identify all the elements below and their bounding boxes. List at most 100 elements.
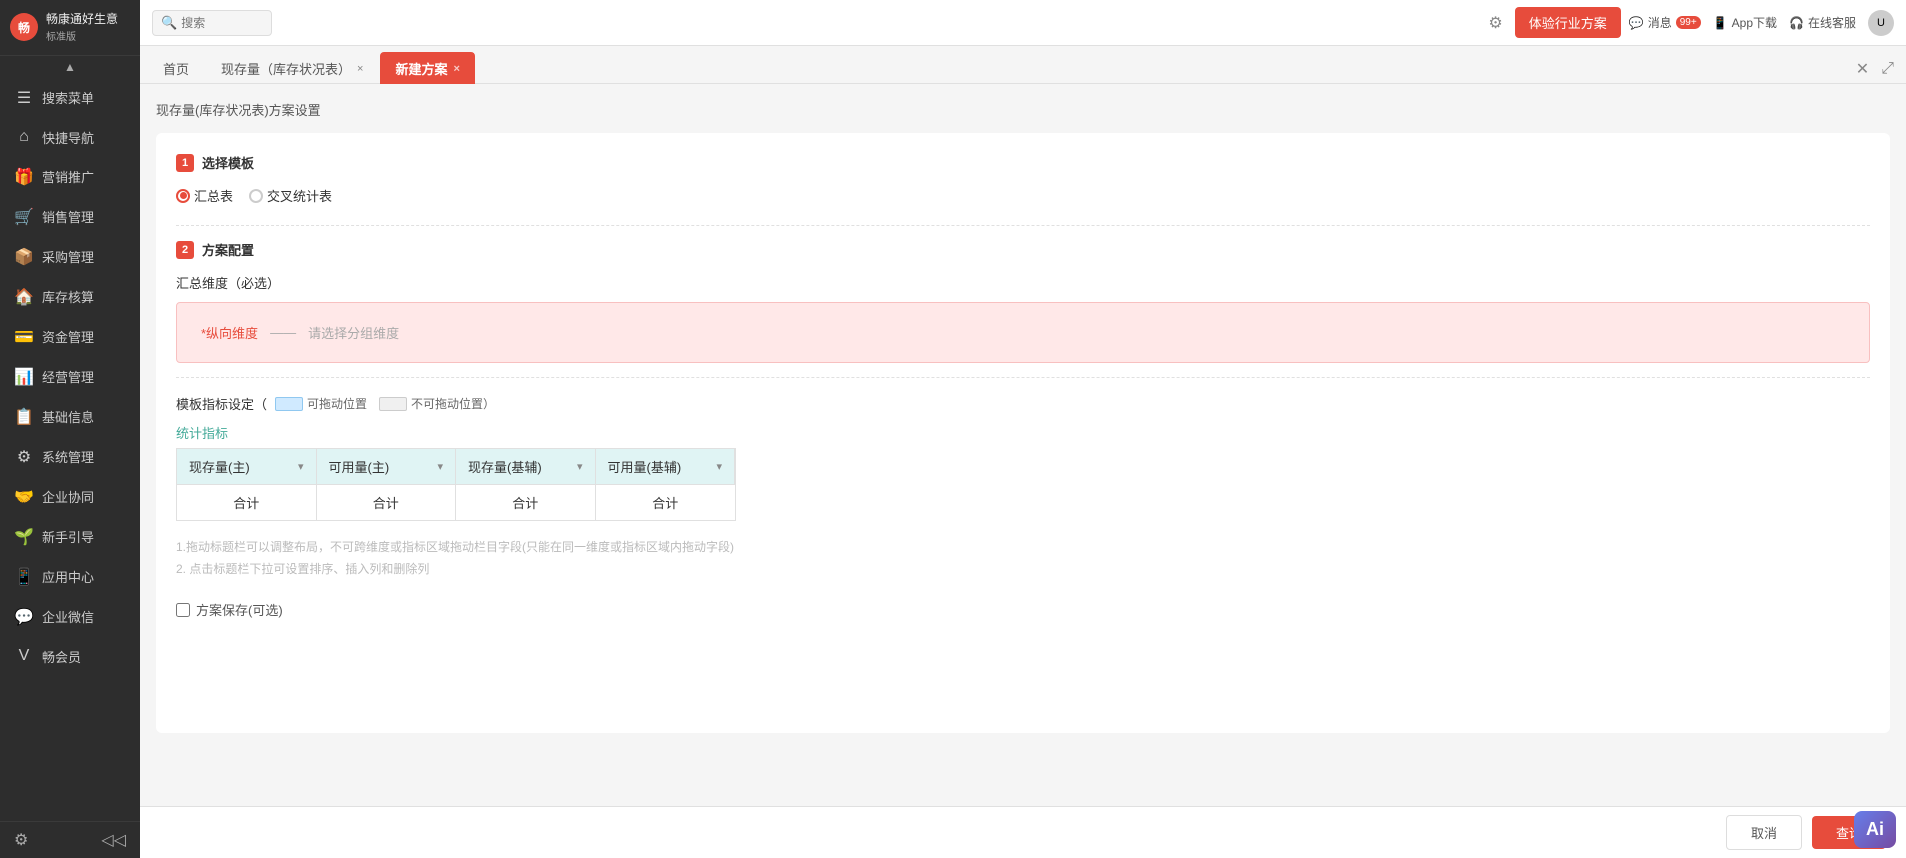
tab-bar-right: ✕ ⤢ bbox=[1852, 55, 1898, 83]
app-download-label: App下载 bbox=[1732, 14, 1777, 31]
avatar-label: U bbox=[1877, 17, 1885, 29]
sidebar-item-system[interactable]: ⚙ 系统管理 bbox=[0, 437, 140, 477]
tab-new-scheme[interactable]: 新建方案 × bbox=[380, 52, 474, 84]
indicator-header-0[interactable]: 现存量(主)▾ bbox=[177, 449, 317, 485]
app-download-item[interactable]: 📱 App下载 bbox=[1713, 14, 1777, 31]
top-bar-right: 💬 消息 99+ 📱 App下载 🎧 在线客服 U bbox=[1629, 10, 1894, 36]
sidebar-item-vip[interactable]: V 畅会员 bbox=[0, 637, 140, 676]
section2-header: 2 方案配置 bbox=[176, 240, 1870, 259]
tab-close-inventory-status[interactable]: × bbox=[357, 63, 363, 75]
content-area: 现存量(库存状况表)方案设置 1 选择模板 汇总表 bbox=[140, 84, 1906, 806]
app-center-icon: 📱 bbox=[14, 567, 34, 587]
save-checkbox-label[interactable]: 方案保存(可选) bbox=[176, 600, 1870, 619]
radio-summary-label: 汇总表 bbox=[194, 186, 233, 205]
sidebar-item-basic-info[interactable]: 📋 基础信息 bbox=[0, 397, 140, 437]
settings-bottom-icon[interactable]: ⚙ bbox=[14, 830, 28, 850]
radio-cross[interactable]: 交叉统计表 bbox=[249, 186, 332, 205]
purchase-icon: 📦 bbox=[14, 247, 34, 267]
tip-item-1: 2. 点击标题栏下拉可设置排序、插入列和删除列 bbox=[176, 559, 1870, 581]
trial-button[interactable]: 体验行业方案 bbox=[1515, 7, 1621, 38]
marketing-label: 营销推广 bbox=[42, 167, 94, 186]
nodrag-legend-box bbox=[379, 397, 407, 411]
indicator-header-2[interactable]: 现存量(基辅)▾ bbox=[456, 449, 596, 485]
radio-summary-circle bbox=[176, 189, 190, 203]
stats-title: 统计指标 bbox=[176, 423, 1870, 442]
indicator-header-3[interactable]: 可用量(基辅)▾ bbox=[596, 449, 736, 485]
avatar[interactable]: U bbox=[1868, 10, 1894, 36]
sidebar-scroll-up[interactable]: ▲ bbox=[0, 56, 140, 78]
indicator-table-wrapper: 现存量(主)▾可用量(主)▾现存量(基辅)▾可用量(基辅)▾合计合计合计合计 bbox=[176, 448, 1870, 521]
sidebar-item-purchase[interactable]: 📦 采购管理 bbox=[0, 237, 140, 277]
system-label: 系统管理 bbox=[42, 447, 94, 466]
header-arrow-3[interactable]: ▾ bbox=[716, 460, 722, 473]
page-title: 现存量(库存状况表)方案设置 bbox=[156, 100, 1890, 119]
sidebar-item-sales[interactable]: 🛒 销售管理 bbox=[0, 197, 140, 237]
sidebar-item-marketing[interactable]: 🎁 营销推广 bbox=[0, 157, 140, 197]
indicator-settings-label: 模板指标设定（ 可拖动位置 不可拖动位置） bbox=[176, 394, 1870, 413]
indicator-cell-0-3: 合计 bbox=[596, 485, 736, 520]
sidebar-item-new-guide[interactable]: 🌱 新手引导 bbox=[0, 517, 140, 557]
system-icon: ⚙ bbox=[14, 447, 34, 467]
headset-icon: 🎧 bbox=[1789, 16, 1804, 30]
header-arrow-0[interactable]: ▾ bbox=[298, 460, 304, 473]
message-label: 消息 bbox=[1648, 14, 1672, 31]
finance-icon: 💳 bbox=[14, 327, 34, 347]
purchase-label: 采购管理 bbox=[42, 247, 94, 266]
settings-button[interactable]: ⚙ bbox=[1484, 9, 1506, 37]
tab-close-new-scheme[interactable]: × bbox=[453, 63, 459, 75]
sidebar-item-search-menu[interactable]: ☰ 搜索菜单 bbox=[0, 78, 140, 118]
scheme-section: 2 方案配置 汇总维度（必选） *纵向维度 —— 请选择分组维度 模板指标设定（ bbox=[176, 240, 1870, 580]
quick-nav-icon: ⌂ bbox=[14, 128, 34, 146]
sidebar-item-app-center[interactable]: 📱 应用中心 bbox=[0, 557, 140, 597]
app-edition: 标准版 bbox=[46, 28, 118, 43]
indicator-settings: 模板指标设定（ 可拖动位置 不可拖动位置） bbox=[176, 394, 1870, 580]
divider1 bbox=[176, 225, 1870, 226]
vip-label: 畅会员 bbox=[42, 647, 81, 666]
search-menu-icon: ☰ bbox=[14, 88, 34, 108]
basic-info-icon: 📋 bbox=[14, 407, 34, 427]
sidebar-item-quick-nav[interactable]: ⌂ 快捷导航 bbox=[0, 118, 140, 157]
template-section: 1 选择模板 汇总表 交叉统计表 bbox=[176, 153, 1870, 205]
customer-service-item[interactable]: 🎧 在线客服 bbox=[1789, 14, 1856, 31]
sidebar-item-enterprise-wechat[interactable]: 💬 企业微信 bbox=[0, 597, 140, 637]
cooperation-icon: 🤝 bbox=[14, 487, 34, 507]
save-checkbox[interactable] bbox=[176, 603, 190, 617]
basic-info-label: 基础信息 bbox=[42, 407, 94, 426]
enterprise-wechat-icon: 💬 bbox=[14, 607, 34, 627]
section1-header: 1 选择模板 bbox=[176, 153, 1870, 172]
tab-inventory-status[interactable]: 现存量（库存状况表） × bbox=[206, 52, 378, 84]
close-panel-button[interactable]: ✕ bbox=[1852, 55, 1873, 83]
sound-bottom-icon[interactable]: ◁◁ bbox=[101, 830, 126, 850]
divider2 bbox=[176, 377, 1870, 378]
ai-badge[interactable]: Ai bbox=[1854, 811, 1896, 848]
search-box[interactable]: 🔍 bbox=[152, 10, 272, 36]
sales-icon: 🛒 bbox=[14, 207, 34, 227]
inventory-icon: 🏠 bbox=[14, 287, 34, 307]
sidebar-item-inventory[interactable]: 🏠 库存核算 bbox=[0, 277, 140, 317]
radio-summary[interactable]: 汇总表 bbox=[176, 186, 233, 205]
dimension-label: 汇总维度（必选） bbox=[176, 273, 1870, 292]
sidebar-item-cooperation[interactable]: 🤝 企业协同 bbox=[0, 477, 140, 517]
indicator-cell-0-2: 合计 bbox=[456, 485, 596, 520]
header-arrow-2[interactable]: ▾ bbox=[577, 460, 583, 473]
quick-nav-label: 快捷导航 bbox=[42, 128, 94, 147]
dimension-arrow: —— bbox=[270, 325, 296, 340]
operations-label: 经营管理 bbox=[42, 367, 94, 386]
expand-panel-button[interactable]: ⤢ bbox=[1877, 56, 1898, 82]
search-icon: 🔍 bbox=[161, 15, 177, 31]
indicator-header-1[interactable]: 可用量(主)▾ bbox=[317, 449, 457, 485]
indicator-legend: 可拖动位置 不可拖动位置） bbox=[275, 395, 495, 412]
main-area: 🔍 ⚙ 体验行业方案 💬 消息 99+ 📱 App下载 🎧 在线客服 U bbox=[140, 0, 1906, 858]
message-item[interactable]: 💬 消息 99+ bbox=[1629, 14, 1701, 31]
indicator-grid: 现存量(主)▾可用量(主)▾现存量(基辅)▾可用量(基辅)▾合计合计合计合计 bbox=[176, 448, 736, 521]
tab-home[interactable]: 首页 bbox=[148, 52, 204, 84]
legend-nodrag: 不可拖动位置） bbox=[379, 395, 495, 412]
header-arrow-1[interactable]: ▾ bbox=[437, 460, 443, 473]
sidebar-item-finance[interactable]: 💳 资金管理 bbox=[0, 317, 140, 357]
tips: 1.拖动标题栏可以调整布局，不可跨维度或指标区域拖动栏目字段(只能在同一维度或指… bbox=[176, 537, 1870, 580]
indicator-cell-0-1: 合计 bbox=[317, 485, 457, 520]
search-input[interactable] bbox=[181, 16, 261, 30]
dimension-placeholder: 请选择分组维度 bbox=[308, 323, 399, 342]
cancel-button[interactable]: 取消 bbox=[1726, 815, 1802, 850]
sidebar-item-operations[interactable]: 📊 经营管理 bbox=[0, 357, 140, 397]
